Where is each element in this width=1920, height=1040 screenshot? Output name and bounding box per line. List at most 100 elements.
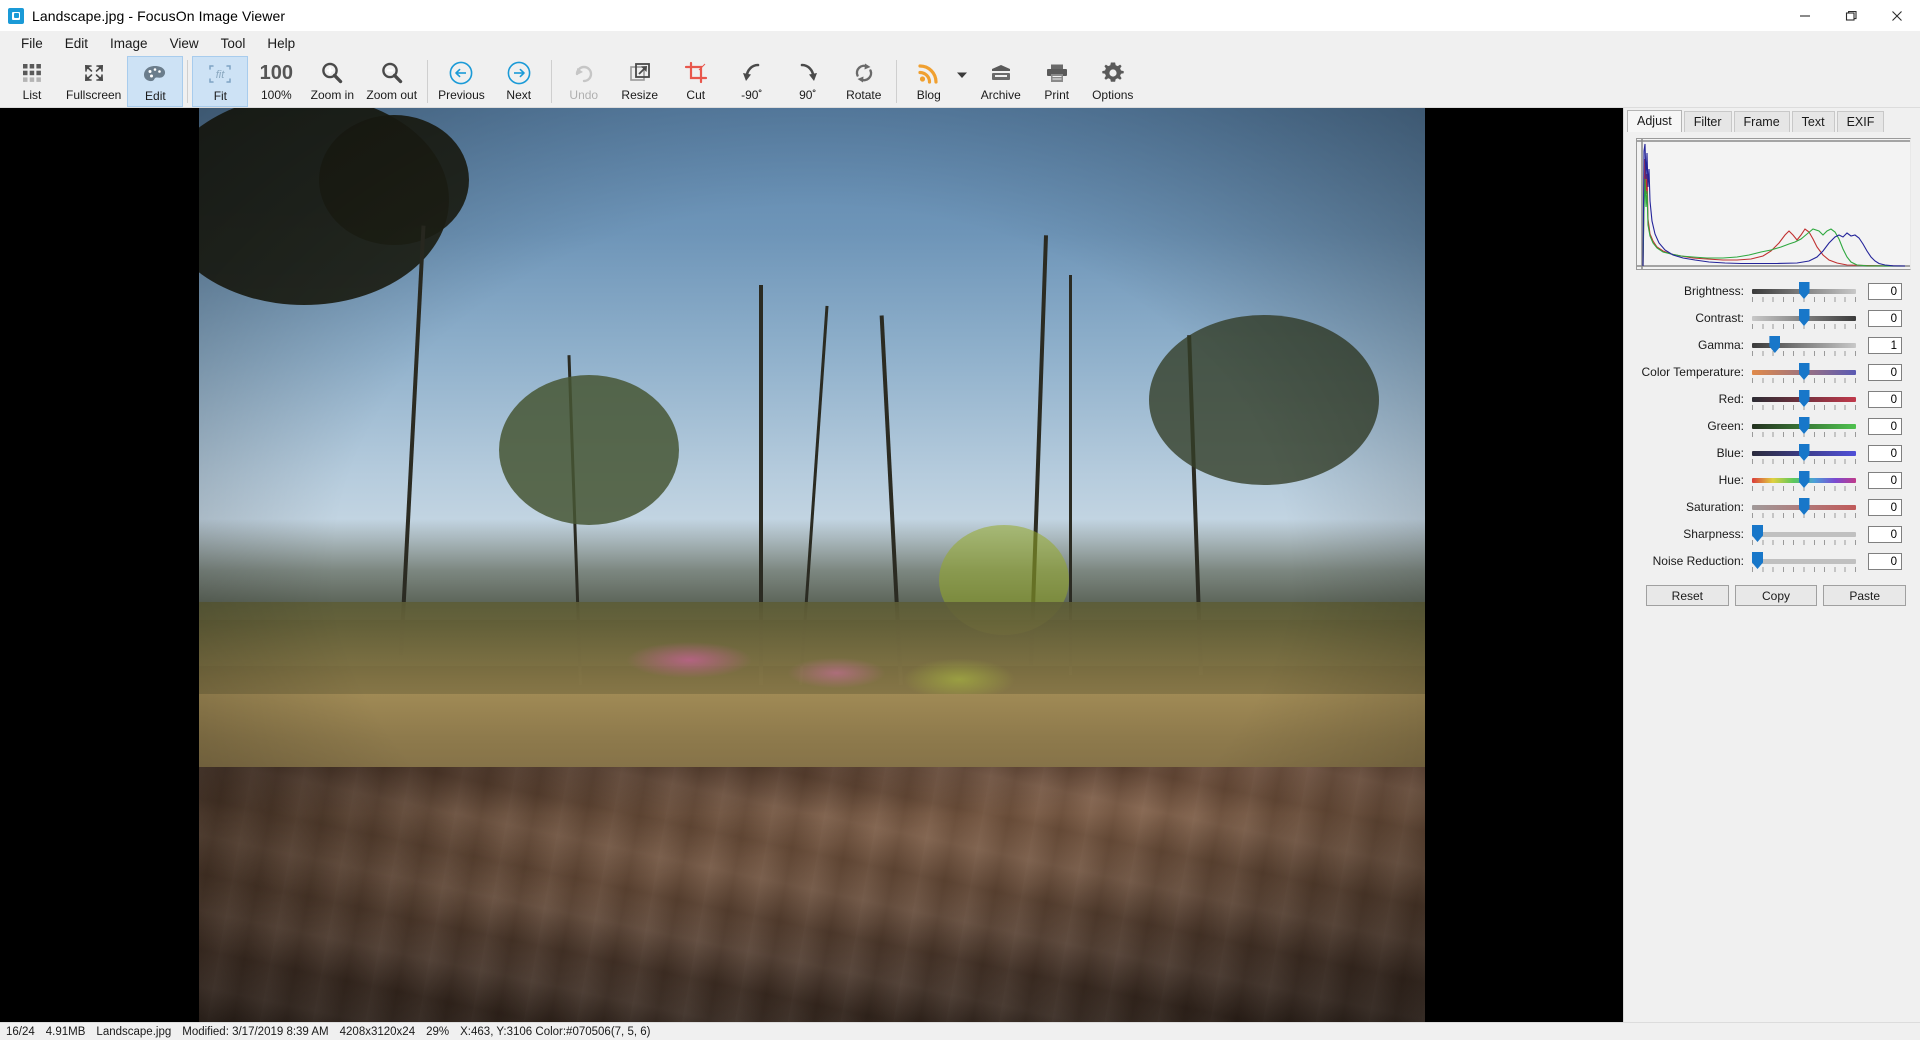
toolbar-label-cut: Cut [686,87,705,103]
rotate-ccw-icon [740,59,764,87]
menu-item-file[interactable]: File [10,34,54,54]
toolbar-label-undo: Undo [569,87,598,103]
slider-value-gamma[interactable]: 1 [1868,337,1902,354]
slider-label-color-temperature: Color Temperature: [1634,365,1752,379]
slider-label-hue: Hue: [1634,473,1752,487]
slider-row-brightness: Brightness: 0 [1634,278,1910,304]
menu-item-edit[interactable]: Edit [54,34,99,54]
slider-value-green[interactable]: 0 [1868,418,1902,435]
toolbar-label-edit: Edit [145,88,166,104]
copy-button[interactable]: Copy [1735,585,1818,606]
histogram-container [1624,132,1920,270]
palette-icon [142,60,168,88]
toolbar-button-list[interactable]: List [4,56,60,107]
toolbar-button-fit[interactable]: fit Fit [192,56,248,107]
slider-track-color-temperature[interactable] [1752,362,1856,382]
toolbar-button-rotate[interactable]: Rotate [836,56,892,107]
toolbar-button-next[interactable]: Next [491,56,547,107]
toolbar-group-output: Blog Archive [901,56,1141,107]
slider-value-brightness[interactable]: 0 [1868,283,1902,300]
maximize-button[interactable] [1828,0,1874,32]
paste-button[interactable]: Paste [1823,585,1906,606]
slider-label-sharpness: Sharpness: [1634,527,1752,541]
minimize-button[interactable] [1782,0,1828,32]
slider-track-blue[interactable] [1752,443,1856,463]
rss-icon [917,59,941,87]
slider-value-contrast[interactable]: 0 [1868,310,1902,327]
status-dimensions: 4208x3120x24 [340,1026,426,1038]
tab-adjust[interactable]: Adjust [1627,110,1682,132]
reset-button[interactable]: Reset [1646,585,1729,606]
toolbar-button-archive[interactable]: Archive [973,56,1029,107]
toolbar-button-rotate-ccw[interactable]: -90˚ [724,56,780,107]
status-filename: Landscape.jpg [96,1026,182,1038]
menu-item-view[interactable]: View [159,34,210,54]
slider-track-hue[interactable] [1752,470,1856,490]
toolbar-label-print: Print [1044,87,1069,103]
slider-value-blue[interactable]: 0 [1868,445,1902,462]
toolbar-label-list: List [23,87,42,103]
blog-dropdown-caret-icon[interactable] [957,56,973,107]
zoom-out-icon [380,59,404,87]
tab-exif[interactable]: EXIF [1837,111,1885,132]
toolbar-button-cut[interactable]: Cut [668,56,724,107]
zoom-in-icon [320,59,344,87]
adjust-panel: Adjust Filter Frame Text EXIF [1623,108,1920,1022]
slider-value-hue[interactable]: 0 [1868,472,1902,489]
main-body: Adjust Filter Frame Text EXIF [0,108,1920,1022]
slider-row-contrast: Contrast: 0 [1634,305,1910,331]
slider-track-green[interactable] [1752,416,1856,436]
arrow-left-circle-icon [448,59,474,87]
tab-filter[interactable]: Filter [1684,111,1732,132]
slider-row-hue: Hue: 0 [1634,467,1910,493]
slider-value-color-temperature[interactable]: 0 [1868,364,1902,381]
slider-value-saturation[interactable]: 0 [1868,499,1902,516]
slider-label-gamma: Gamma: [1634,338,1752,352]
panel-tabs: Adjust Filter Frame Text EXIF [1624,108,1920,132]
toolbar-button-rotate-cw[interactable]: 90˚ [780,56,836,107]
toolbar-button-fullscreen[interactable]: Fullscreen [60,56,127,107]
menu-item-tool[interactable]: Tool [210,34,257,54]
menu-bar: File Edit Image View Tool Help [0,32,1920,56]
status-cursor-color: X:463, Y:3106 Color:#070506(7, 5, 6) [460,1026,661,1038]
slider-track-gamma[interactable] [1752,335,1856,355]
toolbar-button-zoom-out[interactable]: Zoom out [360,56,423,107]
close-button[interactable] [1874,0,1920,32]
rotate-cw-icon [796,59,820,87]
slider-value-red[interactable]: 0 [1868,391,1902,408]
slider-track-contrast[interactable] [1752,308,1856,328]
slider-track-noise-reduction[interactable] [1752,551,1856,571]
slider-label-noise-reduction: Noise Reduction: [1634,554,1752,568]
slider-track-saturation[interactable] [1752,497,1856,517]
toolbar-button-resize[interactable]: Resize [612,56,668,107]
menu-item-help[interactable]: Help [256,34,306,54]
slider-label-saturation: Saturation: [1634,500,1752,514]
image-canvas[interactable] [0,108,1623,1022]
status-modified: Modified: 3/17/2019 8:39 AM [182,1026,339,1038]
toolbar-button-blog[interactable]: Blog [901,56,957,107]
rotate-icon [852,59,876,87]
slider-value-sharpness[interactable]: 0 [1868,526,1902,543]
slider-track-brightness[interactable] [1752,281,1856,301]
slider-row-sharpness: Sharpness: 0 [1634,521,1910,547]
toolbar-button-previous[interactable]: Previous [432,56,491,107]
toolbar-label-fit: Fit [214,88,227,104]
toolbar-button-zoom-100[interactable]: 100 100% [248,56,304,107]
archive-icon [988,59,1014,87]
svg-text:fit: fit [216,69,226,81]
tab-frame[interactable]: Frame [1734,111,1790,132]
toolbar-button-edit[interactable]: Edit [127,56,183,107]
menu-item-image[interactable]: Image [99,34,159,54]
slider-value-noise-reduction[interactable]: 0 [1868,553,1902,570]
slider-track-red[interactable] [1752,389,1856,409]
slider-track-sharpness[interactable] [1752,524,1856,544]
toolbar-button-zoom-in[interactable]: Zoom in [304,56,360,107]
undo-icon [572,59,596,87]
toolbar-button-undo[interactable]: Undo [556,56,612,107]
toolbar-label-resize: Resize [621,87,658,103]
tab-text[interactable]: Text [1792,111,1835,132]
slider-label-brightness: Brightness: [1634,284,1752,298]
toolbar-button-print[interactable]: Print [1029,56,1085,107]
toolbar-button-options[interactable]: Options [1085,56,1141,107]
toolbar-separator [896,60,897,103]
